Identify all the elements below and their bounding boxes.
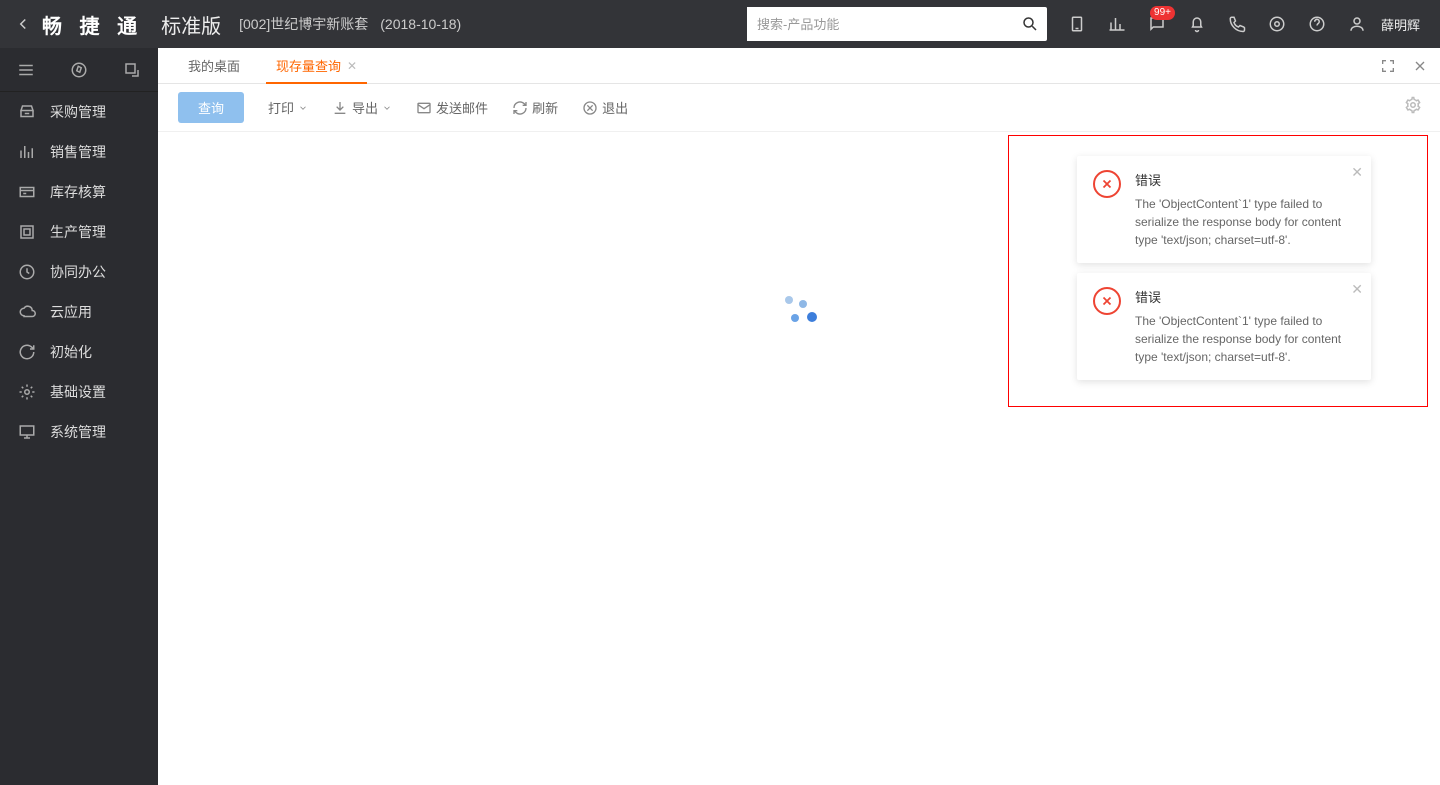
- toast-title: 错误: [1135, 170, 1353, 189]
- account-set-label: [002]世纪博宇新账套: [239, 14, 368, 34]
- sidebar-label: 初始化: [50, 342, 92, 362]
- sidebar-label: 云应用: [50, 302, 92, 322]
- sidebar-icon-7: [16, 383, 38, 401]
- compass-icon[interactable]: [53, 61, 105, 79]
- sidebar-icon-5: [16, 303, 38, 321]
- help-icon[interactable]: [1297, 0, 1337, 48]
- tab-0[interactable]: 我的桌面: [178, 56, 250, 83]
- error-toast-0: 错误 The 'ObjectContent`1' type failed to s…: [1077, 156, 1371, 263]
- refresh-button[interactable]: 刷新: [512, 98, 558, 117]
- device-icon[interactable]: [1057, 0, 1097, 48]
- sidebar-top: [0, 48, 158, 92]
- print-button[interactable]: 打印: [268, 98, 308, 117]
- phone-icon[interactable]: [1217, 0, 1257, 48]
- tab-label: 我的桌面: [188, 56, 240, 75]
- message-badge: 99+: [1150, 6, 1175, 20]
- sidebar-item-5[interactable]: 云应用: [0, 292, 158, 332]
- sidebar-icon-6: [16, 343, 38, 361]
- toast-title: 错误: [1135, 287, 1353, 306]
- tab-1[interactable]: 现存量查询 ✕: [266, 56, 367, 83]
- menu-icon[interactable]: [0, 61, 52, 79]
- logo: 畅 捷 通: [42, 10, 143, 39]
- tab-close-icon[interactable]: ✕: [347, 59, 357, 73]
- sidebar-icon-0: [16, 103, 38, 121]
- sidebar-item-1[interactable]: 销售管理: [0, 132, 158, 172]
- email-button[interactable]: 发送邮件: [416, 98, 488, 117]
- chart-icon[interactable]: [1097, 0, 1137, 48]
- error-icon: [1093, 287, 1121, 315]
- sidebar-label: 销售管理: [50, 142, 106, 162]
- sidebar-item-4[interactable]: 协同办公: [0, 252, 158, 292]
- sidebar-item-7[interactable]: 基础设置: [0, 372, 158, 412]
- sidebar-item-3[interactable]: 生产管理: [0, 212, 158, 252]
- query-button[interactable]: 查询: [178, 92, 244, 123]
- support-icon[interactable]: [1257, 0, 1297, 48]
- toolbar: 查询 打印 导出 发送邮件 刷新 退出: [158, 84, 1440, 132]
- sidebar-label: 系统管理: [50, 422, 106, 442]
- sidebar-label: 协同办公: [50, 262, 106, 282]
- user-name[interactable]: 薛明辉: [1377, 15, 1428, 34]
- content: 我的桌面 现存量查询 ✕ 查询 打印 导出 发送邮件: [158, 48, 1440, 785]
- sidebar-item-0[interactable]: 采购管理: [0, 92, 158, 132]
- sidebar-icon-1: [16, 143, 38, 161]
- top-bar: 畅 捷 通 标准版 [002]世纪博宇新账套 (2018-10-18) 99+ …: [0, 0, 1440, 48]
- exit-button[interactable]: 退出: [582, 98, 628, 117]
- sidebar: 采购管理销售管理库存核算生产管理协同办公云应用初始化基础设置系统管理: [0, 48, 158, 785]
- edition-label: 标准版: [161, 10, 221, 39]
- body-area: 错误 The 'ObjectContent`1' type failed to s…: [158, 132, 1440, 785]
- sidebar-item-2[interactable]: 库存核算: [0, 172, 158, 212]
- toast-highlight-box: 错误 The 'ObjectContent`1' type failed to s…: [1008, 135, 1428, 407]
- sidebar-icon-4: [16, 263, 38, 281]
- popout-icon[interactable]: [106, 61, 158, 79]
- sidebar-icon-2: [16, 183, 38, 201]
- message-icon[interactable]: 99+: [1137, 0, 1177, 48]
- top-icons: 99+ 薛明辉: [1057, 0, 1428, 48]
- back-icon[interactable]: [12, 13, 34, 35]
- toast-message: The 'ObjectContent`1' type failed to ser…: [1135, 312, 1353, 366]
- search-icon[interactable]: [1013, 7, 1047, 41]
- export-button[interactable]: 导出: [332, 98, 392, 117]
- search-input[interactable]: [747, 7, 1013, 41]
- tab-label: 现存量查询: [276, 56, 341, 75]
- error-icon: [1093, 170, 1121, 198]
- sidebar-item-8[interactable]: 系统管理: [0, 412, 158, 452]
- fullscreen-icon[interactable]: [1376, 54, 1400, 78]
- sidebar-label: 库存核算: [50, 182, 106, 202]
- bell-icon[interactable]: [1177, 0, 1217, 48]
- loading-spinner: [781, 292, 817, 328]
- sidebar-label: 采购管理: [50, 102, 106, 122]
- sidebar-icon-8: [16, 423, 38, 441]
- search-wrap: [747, 7, 1047, 41]
- sidebar-label: 基础设置: [50, 382, 106, 402]
- close-all-icon[interactable]: [1408, 54, 1432, 78]
- user-icon[interactable]: [1337, 0, 1377, 48]
- toast-close-icon[interactable]: ✕: [1351, 281, 1363, 298]
- account-date-label: (2018-10-18): [380, 16, 461, 32]
- toast-message: The 'ObjectContent`1' type failed to ser…: [1135, 195, 1353, 249]
- sidebar-item-6[interactable]: 初始化: [0, 332, 158, 372]
- sidebar-label: 生产管理: [50, 222, 106, 242]
- error-toast-1: 错误 The 'ObjectContent`1' type failed to s…: [1077, 273, 1371, 380]
- gear-icon[interactable]: [1404, 96, 1422, 114]
- sidebar-icon-3: [16, 223, 38, 241]
- toast-close-icon[interactable]: ✕: [1351, 164, 1363, 181]
- tab-bar: 我的桌面 现存量查询 ✕: [158, 48, 1440, 84]
